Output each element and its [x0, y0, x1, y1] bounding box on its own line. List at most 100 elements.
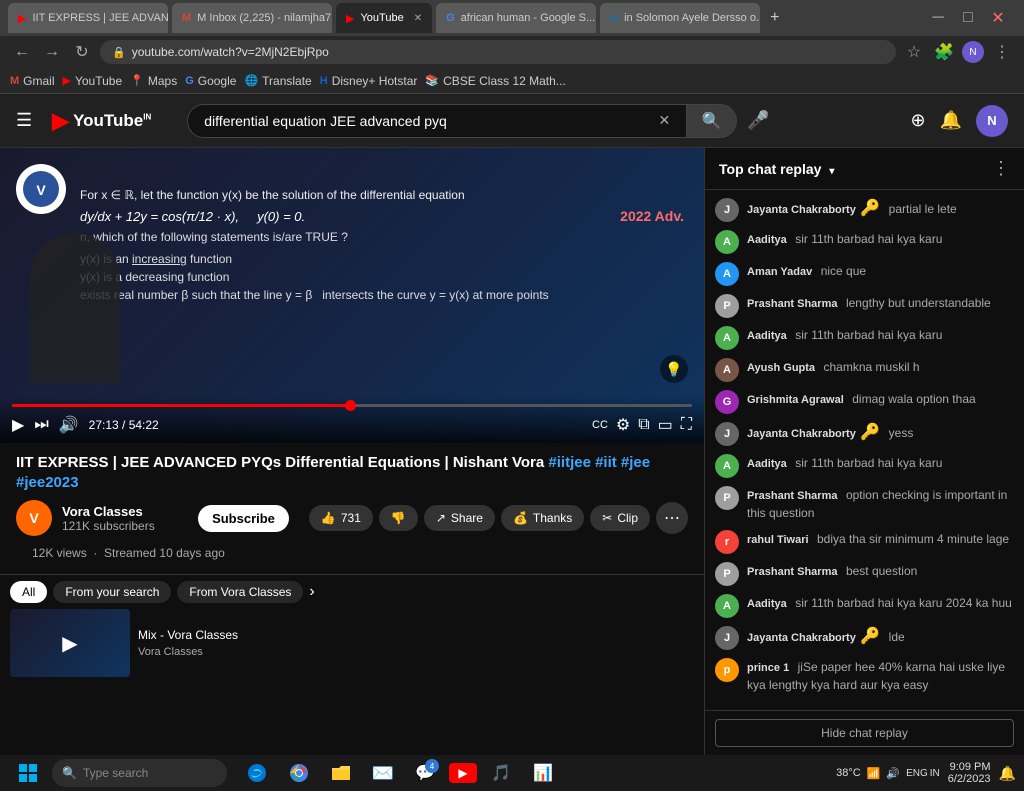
option-a: y(x) is an increasing function — [80, 252, 684, 266]
lightbulb-icon: 💡 — [660, 355, 688, 383]
filter-row: All From your search From Vora Classes › — [10, 581, 694, 603]
share-button[interactable]: ↗ Share — [424, 505, 495, 531]
miniplayer-button[interactable]: ⧉ — [638, 416, 649, 434]
chat-avatar-2: A — [715, 262, 739, 286]
maximize-button[interactable]: □ — [956, 6, 980, 30]
clip-button[interactable]: ✂ Clip — [590, 505, 650, 531]
tab3-close[interactable]: ✕ — [414, 13, 422, 24]
search-clear-icon[interactable]: ✕ — [659, 112, 671, 129]
thanks-label: Thanks — [533, 511, 572, 525]
taskbar-app2-icon[interactable]: 📊 — [525, 755, 561, 791]
bookmark-cbse[interactable]: 📚 CBSE Class 12 Math... — [425, 74, 565, 88]
year-badge: 2022 Adv. — [620, 208, 684, 224]
forward-button[interactable]: → — [40, 40, 64, 64]
tab-1[interactable]: ▶ IIT EXPRESS | JEE ADVAN... ✕ — [8, 3, 168, 33]
chat-content-10: rahul Tiwari bdiya tha sir minimum 4 min… — [747, 530, 1014, 548]
taskbar-youtube-icon[interactable]: ▶ — [449, 763, 477, 783]
tab-4[interactable]: G african human - Google S... ✕ — [436, 3, 596, 33]
thumbs-down-icon: 👎 — [391, 511, 406, 525]
rec-thumb-inner-1: ▶ — [10, 609, 130, 677]
video-lightbulb[interactable]: 💡 — [660, 355, 688, 383]
chat-text-6: dimag wala option thaa — [852, 392, 975, 406]
bookmark-star-button[interactable]: ☆ — [902, 40, 926, 64]
chat-content-13: Jayanta Chakraborty 🔑 lde — [747, 626, 1014, 646]
address-bar[interactable]: 🔒 youtube.com/watch?v=2MjN2EbjRpo — [100, 40, 896, 64]
subtitle-button[interactable]: CC — [592, 419, 608, 431]
chat-message-14: p prince 1 jiSe paper hee 40% karna hai … — [715, 658, 1014, 694]
youtube-menu-icon[interactable]: ☰ — [16, 110, 32, 131]
bookmark-hotstar[interactable]: H Disney+ Hotstar — [320, 74, 418, 88]
new-tab-button[interactable]: + — [764, 9, 785, 27]
minimize-button[interactable]: ─ — [926, 6, 950, 30]
more-actions-button[interactable]: ⋯ — [656, 502, 688, 534]
taskbar-action-center-icon[interactable]: 🔔 — [999, 765, 1016, 782]
youtube-logo[interactable]: ▶ YouTubeIN — [52, 108, 151, 134]
taskbar-notification-icon[interactable]: 💬 4 — [407, 755, 443, 791]
settings-button[interactable]: ⚙ — [616, 415, 630, 435]
browser-controls-bar: ← → ↻ 🔒 youtube.com/watch?v=2MjN2EbjRpo … — [0, 36, 1024, 68]
filter-next-arrow[interactable]: › — [309, 583, 314, 601]
taskbar-mail-icon[interactable]: ✉️ — [365, 755, 401, 791]
chat-author-0: Jayanta Chakraborty — [747, 204, 856, 216]
clip-icon: ✂ — [602, 511, 612, 525]
user-avatar[interactable]: N — [976, 105, 1008, 137]
bookmark-translate[interactable]: 🌐 Translate — [244, 74, 311, 88]
profile-button[interactable]: N — [962, 41, 984, 63]
tab-3-active[interactable]: ▶ YouTube ✕ — [336, 3, 432, 33]
like-button[interactable]: 👍 731 — [309, 505, 373, 531]
extensions-button[interactable]: 🧩 — [932, 40, 956, 64]
notification-icon[interactable]: 🔔 — [940, 110, 962, 131]
bookmark-gmail[interactable]: M Gmail — [10, 74, 55, 88]
option-b: y(x) is a decreasing function — [80, 270, 684, 284]
view-count: 12K views — [32, 546, 87, 560]
bookmark-youtube[interactable]: ▶ YouTube — [63, 74, 123, 88]
filter-channel-button[interactable]: From Vora Classes — [177, 581, 303, 603]
tab3-title: YouTube — [360, 12, 403, 24]
progress-bar[interactable] — [12, 404, 692, 407]
chat-author-13: Jayanta Chakraborty — [747, 632, 856, 644]
taskbar-folder-icon[interactable] — [323, 755, 359, 791]
video-player[interactable]: V For x ∈ ℝ, let the function y(x) be th… — [0, 148, 704, 443]
subscribe-button[interactable]: Subscribe — [198, 505, 289, 532]
tab-2[interactable]: M M Inbox (2,225) - nilamjha7... ✕ — [172, 3, 332, 33]
video-meta: 12K views · Streamed 10 days ago — [16, 542, 688, 564]
filter-all-button[interactable]: All — [10, 581, 47, 603]
dislike-button[interactable]: 👎 — [379, 505, 418, 531]
bookmark-google[interactable]: G Google — [185, 74, 236, 88]
youtube-search-bar[interactable]: differential equation JEE advanced pyq ✕ — [187, 104, 687, 138]
taskbar-app1-icon[interactable]: 🎵 — [483, 755, 519, 791]
chat-text-5: chamkna muskil h — [824, 360, 920, 374]
tab-5[interactable]: in in Solomon Ayele Dersso o... ✕ — [600, 3, 760, 33]
play-button[interactable]: ▶ — [12, 415, 24, 435]
chat-text-13: lde — [889, 630, 905, 644]
microphone-icon[interactable]: 🎤 — [747, 110, 769, 131]
volume-button[interactable]: 🔊 — [59, 415, 79, 435]
taskbar-edge-icon[interactable] — [239, 755, 275, 791]
taskbar-search-bar[interactable]: 🔍 Type search — [52, 759, 227, 787]
bookmark-maps[interactable]: 📍 Maps — [130, 74, 177, 88]
rec-item-1[interactable]: ▶ Mix - Vora Classes Vora Classes — [10, 609, 694, 677]
close-button[interactable]: ✕ — [986, 6, 1010, 30]
fullscreen-button[interactable]: ⛶ — [681, 416, 692, 434]
thanks-button[interactable]: 💰 Thanks — [501, 505, 584, 531]
search-icon: 🔍 — [702, 111, 722, 131]
filter-search-button[interactable]: From your search — [53, 581, 171, 603]
chat-avatar-1: A — [715, 230, 739, 254]
create-icon[interactable]: ⊕ — [910, 110, 925, 131]
theater-button[interactable]: ▭ — [658, 415, 673, 435]
refresh-button[interactable]: ↻ — [70, 40, 94, 64]
chat-dropdown-icon[interactable]: ▾ — [829, 166, 834, 177]
taskbar-chrome-icon[interactable] — [281, 755, 317, 791]
equation-line1: For x ∈ ℝ, let the function y(x) be the … — [80, 188, 684, 202]
video-title-text: IIT EXPRESS | JEE ADVANCED PYQs Differen… — [16, 454, 548, 471]
back-button[interactable]: ← — [10, 40, 34, 64]
chat-more-button[interactable]: ⋮ — [992, 158, 1010, 179]
start-button[interactable] — [8, 759, 48, 787]
tab3-favicon: ▶ — [346, 12, 354, 25]
thanks-icon: 💰 — [513, 511, 528, 525]
youtube-search-button[interactable]: 🔍 — [687, 104, 737, 138]
next-button[interactable]: ⏭ — [34, 416, 48, 434]
browser-menu-button[interactable]: ⋮ — [990, 40, 1014, 64]
hide-chat-button[interactable]: Hide chat replay — [715, 719, 1014, 747]
channel-avatar[interactable]: V — [16, 500, 52, 536]
